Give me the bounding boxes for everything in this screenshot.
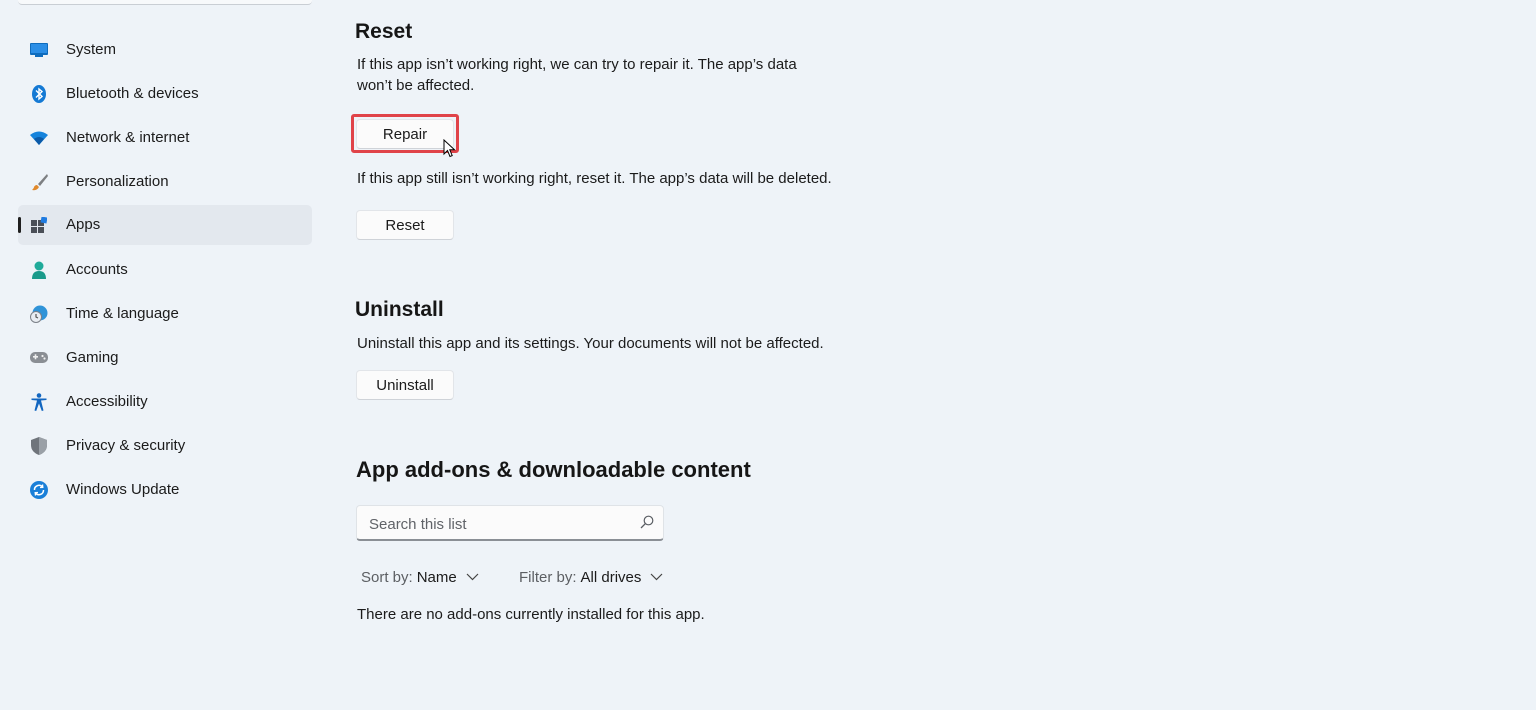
uninstall-description: Uninstall this app and its settings. You… [357,335,824,352]
sidebar-item-label: Time & language [66,305,179,322]
main-content: Reset If this app isn’t working right, w… [330,0,1536,710]
monitor-icon [30,41,48,59]
filter-dropdown[interactable]: Filter by: All drives [519,566,663,588]
sort-label: Sort by: [361,568,413,586]
sidebar-item-system[interactable]: System [18,30,312,70]
sidebar-item-personalization[interactable]: Personalization [18,162,312,202]
sidebar-item-label: Apps [66,216,101,233]
sidebar-item-label: Personalization [66,173,169,190]
sidebar-item-label: Privacy & security [66,437,186,454]
chevron-down-icon [650,573,663,581]
search-list-box[interactable] [356,505,664,541]
sort-dropdown[interactable]: Sort by: Name [361,566,479,588]
filter-label: Filter by: [519,568,577,586]
addons-section-title: App add-ons & downloadable content [356,457,751,482]
uninstall-section-title: Uninstall [355,298,444,321]
reset-description: If this app still isn’t working right, r… [357,170,832,187]
brush-icon [30,173,48,191]
empty-addons-message: There are no add-ons currently installed… [357,606,705,623]
sidebar-item-time-language[interactable]: Time & language [18,294,312,334]
sidebar-item-label: Accounts [66,261,128,278]
sidebar-item-accessibility[interactable]: Accessibility [18,382,312,422]
sidebar-item-label: System [66,41,117,58]
sidebar-nav: System Bluetooth & devices Network & int… [0,0,330,710]
accessibility-icon [30,393,48,411]
sidebar-item-gaming[interactable]: Gaming [18,338,312,378]
search-input[interactable] [367,513,631,535]
filter-value: All drives [580,568,642,586]
uninstall-button[interactable]: Uninstall [356,370,454,400]
sidebar-item-network[interactable]: Network & internet [18,118,312,158]
sidebar-item-privacy-security[interactable]: Privacy & security [18,426,312,466]
apps-icon [30,216,48,234]
sort-value: Name [416,568,457,586]
mouse-cursor-icon [443,138,457,164]
reset-button[interactable]: Reset [356,210,454,240]
clock-globe-icon [30,305,48,323]
update-icon [30,481,48,499]
sidebar-item-windows-update[interactable]: Windows Update [18,470,312,510]
sidebar-item-label: Network & internet [66,129,190,146]
person-icon [30,261,48,279]
gamepad-icon [30,349,48,367]
repair-description: If this app isn’t working right, we can … [357,56,797,94]
bluetooth-icon [30,85,48,103]
sidebar-item-label: Accessibility [66,393,148,410]
wifi-icon [30,129,48,147]
sidebar-item-label: Bluetooth & devices [66,85,199,102]
sidebar-item-apps[interactable]: Apps [18,205,312,245]
chevron-down-icon [466,573,479,581]
search-icon [640,515,654,534]
shield-icon [30,437,48,455]
sidebar-item-accounts[interactable]: Accounts [18,250,312,290]
selection-indicator [18,217,21,233]
sidebar-item-bluetooth[interactable]: Bluetooth & devices [18,74,312,114]
reset-section-title: Reset [355,20,413,43]
search-box-edge[interactable] [18,0,312,5]
sidebar-item-label: Windows Update [66,481,180,498]
sidebar-item-label: Gaming [66,349,119,366]
